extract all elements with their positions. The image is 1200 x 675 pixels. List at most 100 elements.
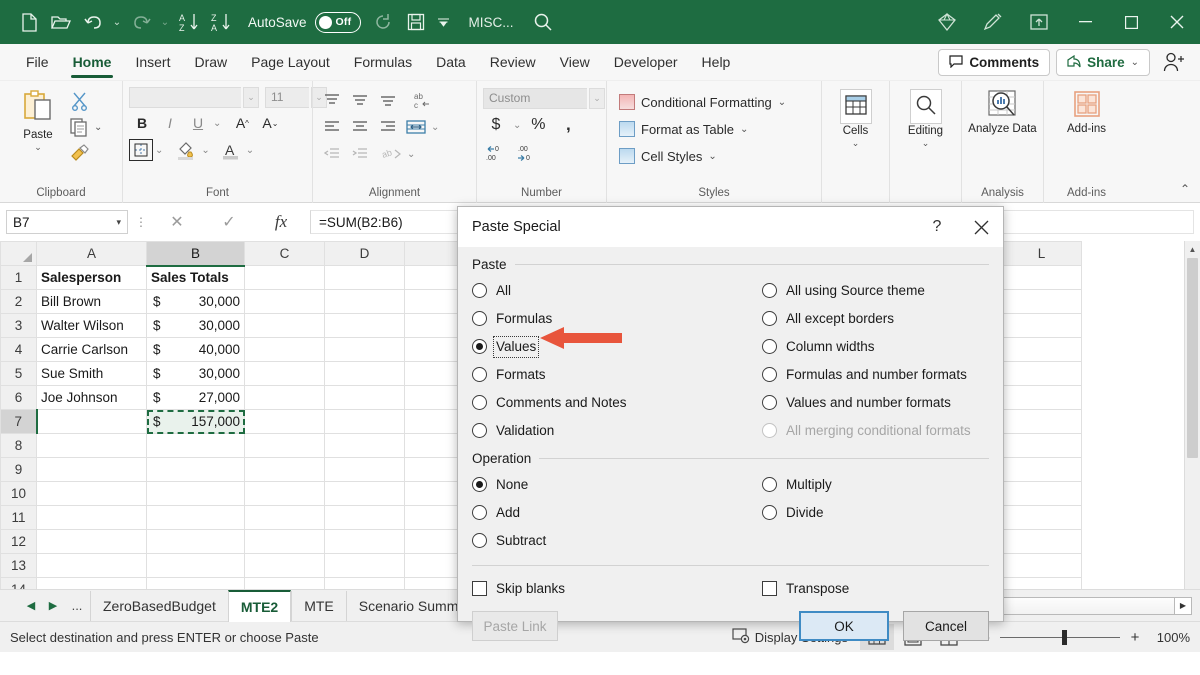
accounting-chevron-down-icon[interactable]: ⌄ (513, 120, 521, 131)
row-header-4[interactable]: 4 (1, 338, 37, 362)
cell-A9[interactable] (37, 458, 147, 482)
radio-button[interactable] (472, 477, 487, 492)
align-left-icon[interactable] (319, 115, 345, 139)
font-color-chevron-down-icon[interactable]: ⌄ (246, 145, 254, 156)
cell-D2[interactable] (325, 290, 405, 314)
radio-button[interactable] (762, 395, 777, 410)
sort-za-icon[interactable]: ZA (206, 7, 236, 37)
paste-link-button[interactable]: Paste Link (472, 611, 558, 641)
cell-C5[interactable] (245, 362, 325, 386)
tab-developer[interactable]: Developer (602, 44, 690, 81)
cell-L8[interactable] (1002, 434, 1082, 458)
row-header-14[interactable]: 14 (1, 578, 37, 590)
tab-data[interactable]: Data (424, 44, 478, 81)
add-ins-button[interactable]: Add-ins (1050, 85, 1123, 136)
radio-button[interactable] (472, 505, 487, 520)
share-button[interactable]: Share ⌄ (1056, 49, 1150, 76)
cell-C4[interactable] (245, 338, 325, 362)
fill-color-chevron-down-icon[interactable]: ⌄ (201, 145, 209, 156)
cell-D14[interactable] (325, 578, 405, 590)
radio-button[interactable] (762, 477, 777, 492)
operation-option-add[interactable]: Add (472, 500, 762, 525)
cancel-button[interactable]: Cancel (903, 611, 989, 641)
cell-C8[interactable] (245, 434, 325, 458)
bold-button[interactable]: B (129, 111, 155, 135)
cell-L7[interactable] (1002, 410, 1082, 434)
refresh-icon[interactable] (369, 7, 399, 37)
row-header-5[interactable]: 5 (1, 362, 37, 386)
radio-button[interactable] (472, 395, 487, 410)
skip-blanks-checkbox[interactable]: Skip blanks (472, 576, 762, 601)
radio-button[interactable] (762, 505, 777, 520)
cell-B1[interactable]: Sales Totals (147, 266, 245, 290)
cell-A12[interactable] (37, 530, 147, 554)
radio-button[interactable] (472, 283, 487, 298)
zoom-in-button[interactable]: + (1128, 629, 1142, 646)
font-name-chevron-down-icon[interactable]: ⌄ (243, 87, 259, 108)
cell-C6[interactable] (245, 386, 325, 410)
minimize-button[interactable] (1062, 0, 1108, 44)
search-icon[interactable] (528, 7, 558, 37)
radio-button[interactable] (472, 533, 487, 548)
cell-A14[interactable] (37, 578, 147, 590)
cell-A1[interactable]: Salesperson (37, 266, 147, 290)
cell-D3[interactable] (325, 314, 405, 338)
cell-L9[interactable] (1002, 458, 1082, 482)
cell-B11[interactable] (147, 506, 245, 530)
orientation-chevron-down-icon[interactable]: ⌄ (407, 149, 415, 160)
operation-option-none[interactable]: None (472, 472, 762, 497)
paste-option-all[interactable]: All (472, 278, 762, 303)
cell-L11[interactable] (1002, 506, 1082, 530)
borders-chevron-down-icon[interactable]: ⌄ (155, 145, 163, 156)
cell-C9[interactable] (245, 458, 325, 482)
cell-B3[interactable]: $30,000 (147, 314, 245, 338)
tab-review[interactable]: Review (478, 44, 548, 81)
maximize-button[interactable] (1108, 0, 1154, 44)
accounting-format-icon[interactable]: $ (483, 113, 509, 137)
paste-option-comments-and-notes[interactable]: Comments and Notes (472, 390, 762, 415)
share-chevron-down-icon[interactable]: ⌄ (1131, 57, 1139, 68)
cell-C13[interactable] (245, 554, 325, 578)
editing-button[interactable]: Editing ⌄ (898, 85, 954, 148)
sort-az-icon[interactable]: AZ (174, 7, 204, 37)
cell-C3[interactable] (245, 314, 325, 338)
align-right-icon[interactable] (375, 115, 401, 139)
column-header-c[interactable]: C (245, 242, 325, 266)
operation-option-subtract[interactable]: Subtract (472, 528, 762, 553)
font-size-input[interactable]: 11 (265, 87, 309, 108)
radio-button[interactable] (762, 283, 777, 298)
cell-C1[interactable] (245, 266, 325, 290)
next-sheet-icon[interactable]: ▶ (42, 591, 64, 621)
zoom-percent-label[interactable]: 100% (1150, 630, 1190, 645)
cells-button[interactable]: Cells ⌄ (828, 85, 883, 148)
cell-B2[interactable]: $30,000 (147, 290, 245, 314)
cell-L13[interactable] (1002, 554, 1082, 578)
cell-D12[interactable] (325, 530, 405, 554)
radio-button[interactable] (762, 311, 777, 326)
cell-D13[interactable] (325, 554, 405, 578)
cell-A10[interactable] (37, 482, 147, 506)
cell-B7[interactable]: $157,000 (147, 410, 245, 434)
comments-button[interactable]: Comments (938, 49, 1050, 76)
vertical-scrollbar[interactable]: ▲ (1184, 241, 1200, 589)
grow-font-button[interactable]: A^ (229, 111, 255, 135)
check-icon[interactable]: ✓ (206, 209, 252, 235)
vertical-scroll-thumb[interactable] (1187, 258, 1198, 458)
present-icon[interactable] (1016, 0, 1062, 44)
copy-chevron-down-icon[interactable]: ⌄ (94, 122, 102, 133)
shrink-font-button[interactable]: A⌄ (257, 111, 283, 135)
row-header-10[interactable]: 10 (1, 482, 37, 506)
underline-chevron-down-icon[interactable]: ⌄ (213, 118, 221, 129)
row-header-6[interactable]: 6 (1, 386, 37, 410)
cell-styles-button[interactable]: Cell Styles ⌄ (619, 144, 717, 168)
row-header-11[interactable]: 11 (1, 506, 37, 530)
name-box-chevron-down-icon[interactable]: ▾ (116, 217, 121, 228)
align-middle-icon[interactable] (347, 88, 373, 112)
cell-L2[interactable] (1002, 290, 1082, 314)
tab-file[interactable]: File (14, 44, 61, 81)
editing-chevron-down-icon[interactable]: ⌄ (922, 139, 930, 148)
cell-A3[interactable]: Walter Wilson (37, 314, 147, 338)
cell-L1[interactable] (1002, 266, 1082, 290)
cell-D7[interactable] (325, 410, 405, 434)
cell-L4[interactable] (1002, 338, 1082, 362)
